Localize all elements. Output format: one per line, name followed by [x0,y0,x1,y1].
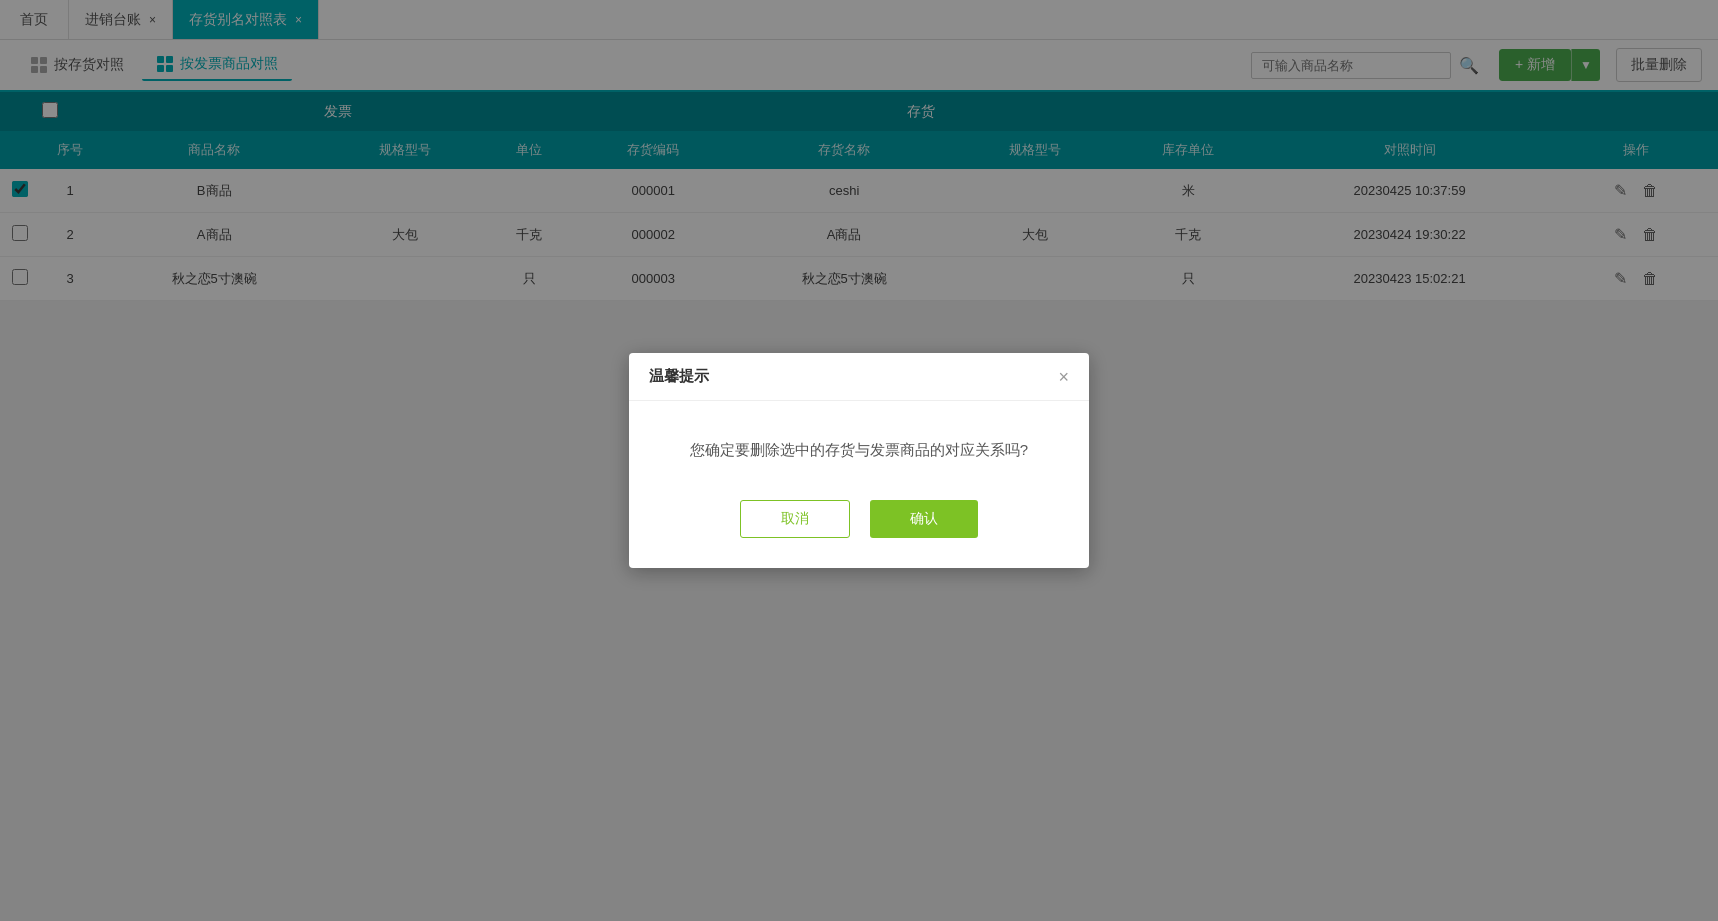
dialog-overlay: 温馨提示 × 您确定要删除选中的存货与发票商品的对应关系吗? 取消 确认 [0,0,1718,301]
